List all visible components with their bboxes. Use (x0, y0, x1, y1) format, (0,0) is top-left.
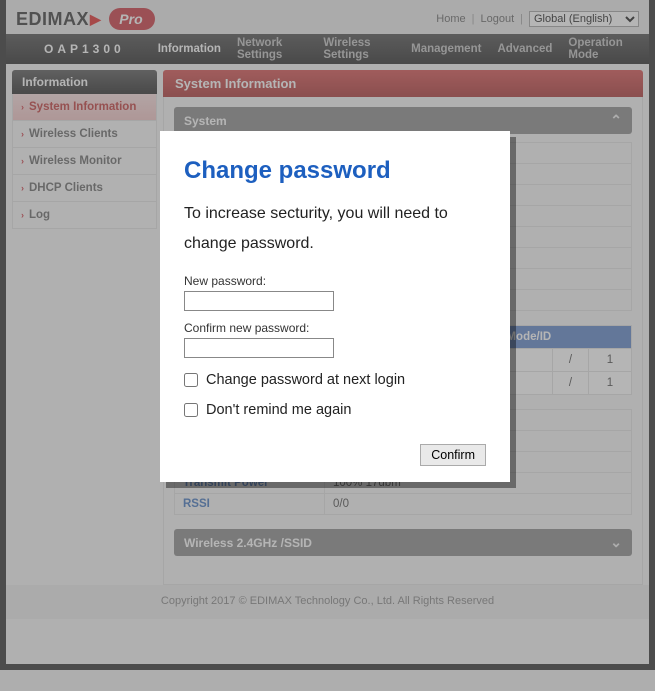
change-next-login-label: Change password at next login (206, 372, 405, 388)
dont-remind-checkbox[interactable] (184, 403, 198, 417)
dialog-description: To increase secturity, you will need to … (184, 199, 486, 260)
confirm-password-row: Confirm new password: (184, 321, 486, 358)
dialog-footer: Confirm (184, 444, 486, 466)
new-password-label: New password: (184, 274, 486, 288)
confirm-button[interactable]: Confirm (420, 444, 486, 466)
dont-remind-label: Don't remind me again (206, 402, 351, 418)
new-password-input[interactable] (184, 291, 334, 311)
change-next-login-row: Change password at next login (184, 372, 486, 388)
confirm-password-label: Confirm new password: (184, 321, 486, 335)
confirm-password-input[interactable] (184, 338, 334, 358)
new-password-row: New password: (184, 274, 486, 311)
dialog-title: Change password (184, 157, 486, 185)
dont-remind-row: Don't remind me again (184, 402, 486, 418)
change-password-dialog: Change password To increase secturity, y… (160, 131, 510, 482)
change-next-login-checkbox[interactable] (184, 373, 198, 387)
